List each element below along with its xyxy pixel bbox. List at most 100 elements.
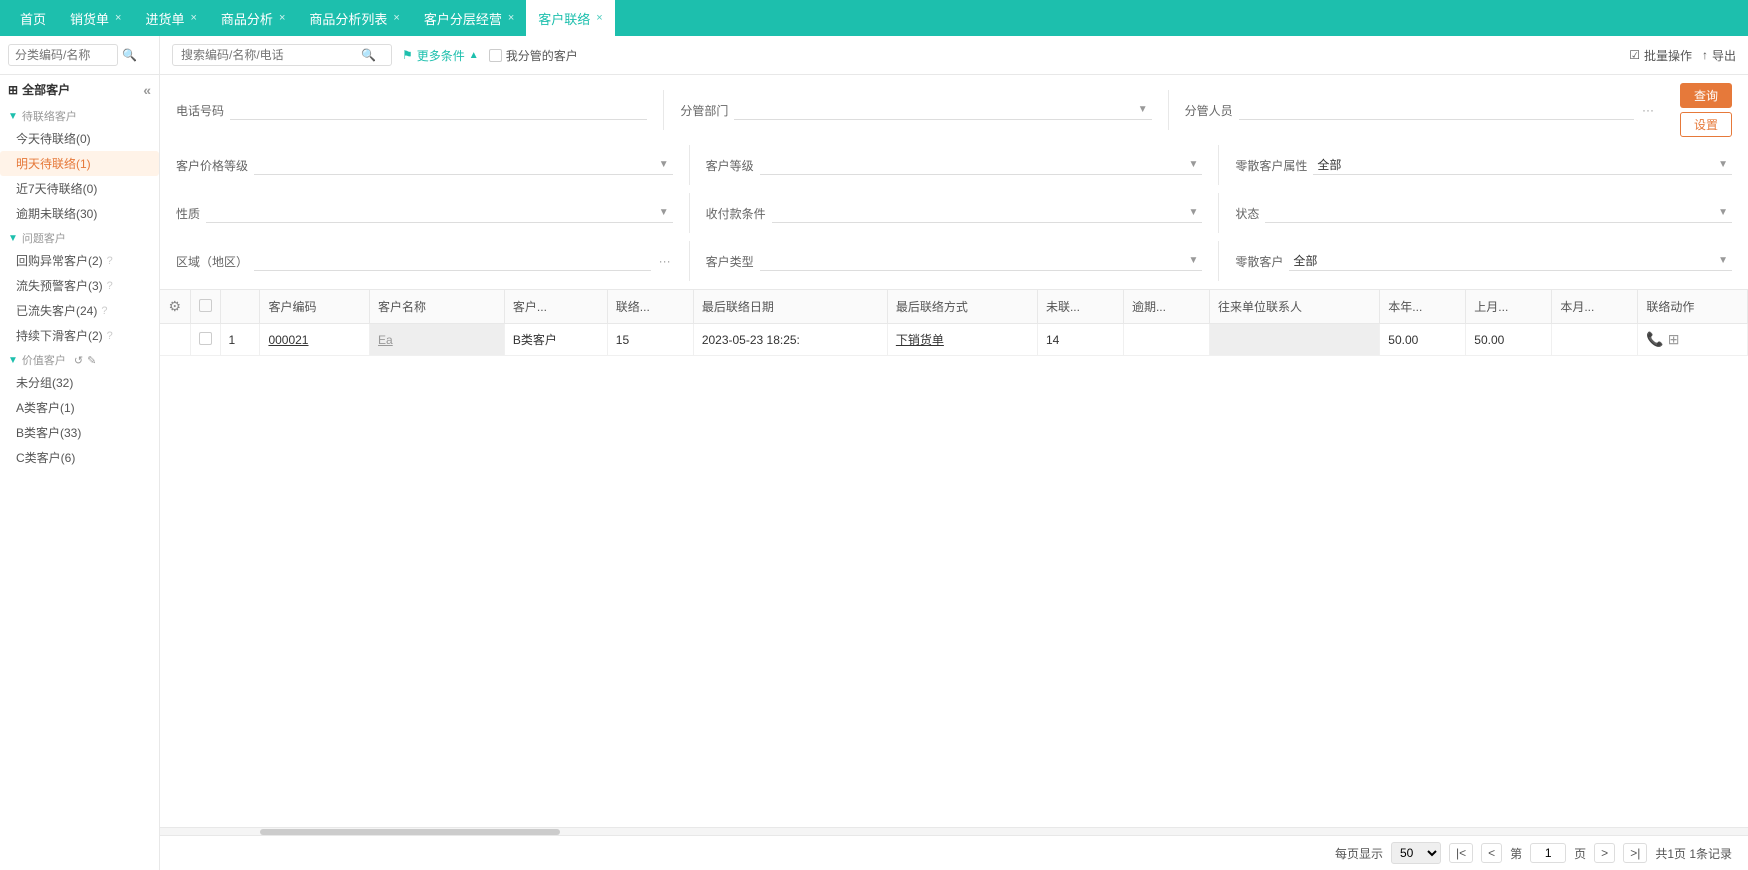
th-unit-contact[interactable]: 往来单位联系人 [1209, 290, 1379, 324]
row-check-0[interactable] [199, 332, 212, 345]
nav-home[interactable]: 首页 [8, 0, 58, 36]
person-input[interactable] [1239, 101, 1634, 120]
nav-sales-order[interactable]: 销货单 × [58, 0, 133, 36]
th-last-month[interactable]: 上月... [1466, 290, 1552, 324]
nav-customer-contact[interactable]: 客户联络 × [526, 0, 614, 36]
dept-select[interactable] [734, 101, 1151, 119]
sidebar-item-declining[interactable]: 持续下滑客户(2) ? [0, 323, 159, 348]
close-customer-contact-icon[interactable]: × [596, 12, 602, 24]
sidebar-item-overdue[interactable]: 逾期未联络(30) [0, 201, 159, 226]
action-grid-icon[interactable]: ⊞ [1668, 331, 1680, 348]
collapse-icon[interactable]: « [143, 82, 151, 98]
sidebar-item-ungrouped[interactable]: 未分组(32) [0, 370, 159, 395]
help-icon-3[interactable]: ? [101, 305, 107, 317]
close-product-analysis-list-icon[interactable]: × [393, 12, 399, 24]
refresh-icon[interactable]: ↺ [74, 354, 83, 367]
page-next-btn[interactable]: > [1594, 843, 1615, 863]
region-dots-icon[interactable]: ··· [657, 252, 673, 270]
row-unit-contact [1209, 324, 1379, 356]
nav-customer-tier[interactable]: 客户分层经营 × [412, 0, 526, 36]
th-name[interactable]: 客户名称 [370, 290, 505, 324]
header-checkbox[interactable] [199, 299, 212, 312]
page-first-btn[interactable]: |< [1449, 843, 1473, 863]
help-icon-1[interactable]: ? [107, 255, 113, 267]
close-product-analysis-icon[interactable]: × [279, 12, 285, 24]
th-this-month[interactable]: 本月... [1552, 290, 1638, 324]
sidebar-item-class-a[interactable]: A类客户(1) [0, 395, 159, 420]
help-icon-4[interactable]: ? [107, 330, 113, 342]
th-this-year[interactable]: 本年... [1380, 290, 1466, 324]
th-code[interactable]: 客户编码 [260, 290, 370, 324]
filter-row-1: 电话号码 分管部门 ▼ 分管人员 ··· [176, 83, 1732, 137]
page-input[interactable] [1530, 843, 1566, 863]
payment-select[interactable] [772, 204, 1203, 222]
main-search-icon[interactable]: 🔍 [361, 48, 376, 62]
nav-product-analysis-list[interactable]: 商品分析列表 × [297, 0, 411, 36]
filter-divider-1 [663, 90, 664, 130]
price-level-select[interactable] [254, 156, 673, 174]
th-overdue[interactable]: 逾期... [1123, 290, 1209, 324]
per-page-select[interactable]: 50 [1391, 842, 1441, 864]
customer-type-select[interactable] [760, 252, 1203, 270]
sidebar-all-customers[interactable]: ⊞ 全部客户 « [0, 75, 159, 104]
person-label: 分管人员 [1185, 102, 1233, 119]
customer-level-select[interactable] [760, 156, 1203, 174]
horizontal-scrollbar[interactable] [160, 827, 1748, 835]
row-name[interactable]: Ea [370, 324, 505, 356]
nav-product-analysis[interactable]: 商品分析 × [209, 0, 297, 36]
main-search-input[interactable] [181, 48, 361, 62]
sidebar-item-repurchase[interactable]: 回购异常客户(2) ? [0, 248, 159, 273]
scrollbar-thumb[interactable] [260, 829, 560, 835]
th-not-contacted[interactable]: 未联... [1037, 290, 1123, 324]
th-last-contact-date[interactable]: 最后联络日期 [693, 290, 887, 324]
row-last-contact-method[interactable]: 下销货单 [887, 324, 1037, 356]
sidebar-item-class-b[interactable]: B类客户(33) [0, 420, 159, 445]
retail-attr-select[interactable]: 全部 [1313, 156, 1732, 174]
sidebar-item-week7[interactable]: 近7天待联络(0) [0, 176, 159, 201]
row-checkbox[interactable] [190, 324, 220, 356]
filter-area: 电话号码 分管部门 ▼ 分管人员 ··· [160, 75, 1748, 290]
th-checkbox[interactable] [190, 290, 220, 324]
sidebar-item-today[interactable]: 今天待联络(0) [0, 126, 159, 151]
phone-input[interactable] [230, 101, 647, 120]
phone-label: 电话号码 [176, 102, 224, 119]
top-navigation: 首页 销货单 × 进货单 × 商品分析 × 商品分析列表 × 客户分层经营 × … [0, 0, 1748, 36]
th-contacts[interactable]: 联络... [607, 290, 693, 324]
customer-type-select-wrap: ▼ [760, 252, 1203, 271]
chevron-up-icon: ▲ [469, 50, 479, 61]
filter-divider-7 [689, 241, 690, 281]
batch-op-btn[interactable]: ☑ 批量操作 [1629, 47, 1692, 64]
sidebar-search-input[interactable] [8, 44, 118, 66]
th-type[interactable]: 客户... [504, 290, 607, 324]
nav-purchase-order[interactable]: 进货单 × [133, 0, 208, 36]
sidebar-item-tomorrow[interactable]: 明天待联络(1) [0, 151, 159, 176]
settings-gear-icon[interactable]: ⚙ [168, 298, 181, 314]
customer-level-label: 客户等级 [706, 157, 754, 174]
table-row: 1 000021 Ea B类客户 15 2023-05-23 18:25: 下销… [160, 324, 1748, 356]
sidebar-search-icon[interactable]: 🔍 [122, 48, 137, 62]
query-button[interactable]: 查询 [1680, 83, 1732, 108]
nature-select[interactable] [206, 204, 673, 222]
export-btn[interactable]: ↑ 导出 [1702, 47, 1736, 64]
action-phone-icon[interactable]: 📞 [1646, 331, 1663, 348]
region-input[interactable] [254, 252, 651, 271]
help-icon-2[interactable]: ? [107, 280, 113, 292]
edit-icon[interactable]: ✎ [87, 354, 96, 367]
sidebar-item-churned[interactable]: 已流失客户(24) ? [0, 298, 159, 323]
page-prev-btn[interactable]: < [1481, 843, 1502, 863]
close-sales-order-icon[interactable]: × [115, 12, 121, 24]
row-code[interactable]: 000021 [260, 324, 370, 356]
person-dots-icon[interactable]: ··· [1640, 101, 1656, 119]
th-settings[interactable]: ⚙ [160, 290, 190, 324]
status-select[interactable] [1265, 204, 1732, 222]
close-customer-tier-icon[interactable]: × [508, 12, 514, 24]
my-customer-checkbox[interactable] [489, 49, 502, 62]
settings-button[interactable]: 设置 [1680, 112, 1732, 137]
more-filter-btn[interactable]: ⚑ 更多条件 ▲ [402, 47, 479, 64]
retail-customer-select[interactable]: 全部 [1289, 252, 1732, 270]
th-last-contact-method[interactable]: 最后联络方式 [887, 290, 1037, 324]
sidebar-item-churn-warning[interactable]: 流失预警客户(3) ? [0, 273, 159, 298]
close-purchase-order-icon[interactable]: × [190, 12, 196, 24]
sidebar-item-class-c[interactable]: C类客户(6) [0, 445, 159, 470]
page-last-btn[interactable]: >| [1623, 843, 1647, 863]
